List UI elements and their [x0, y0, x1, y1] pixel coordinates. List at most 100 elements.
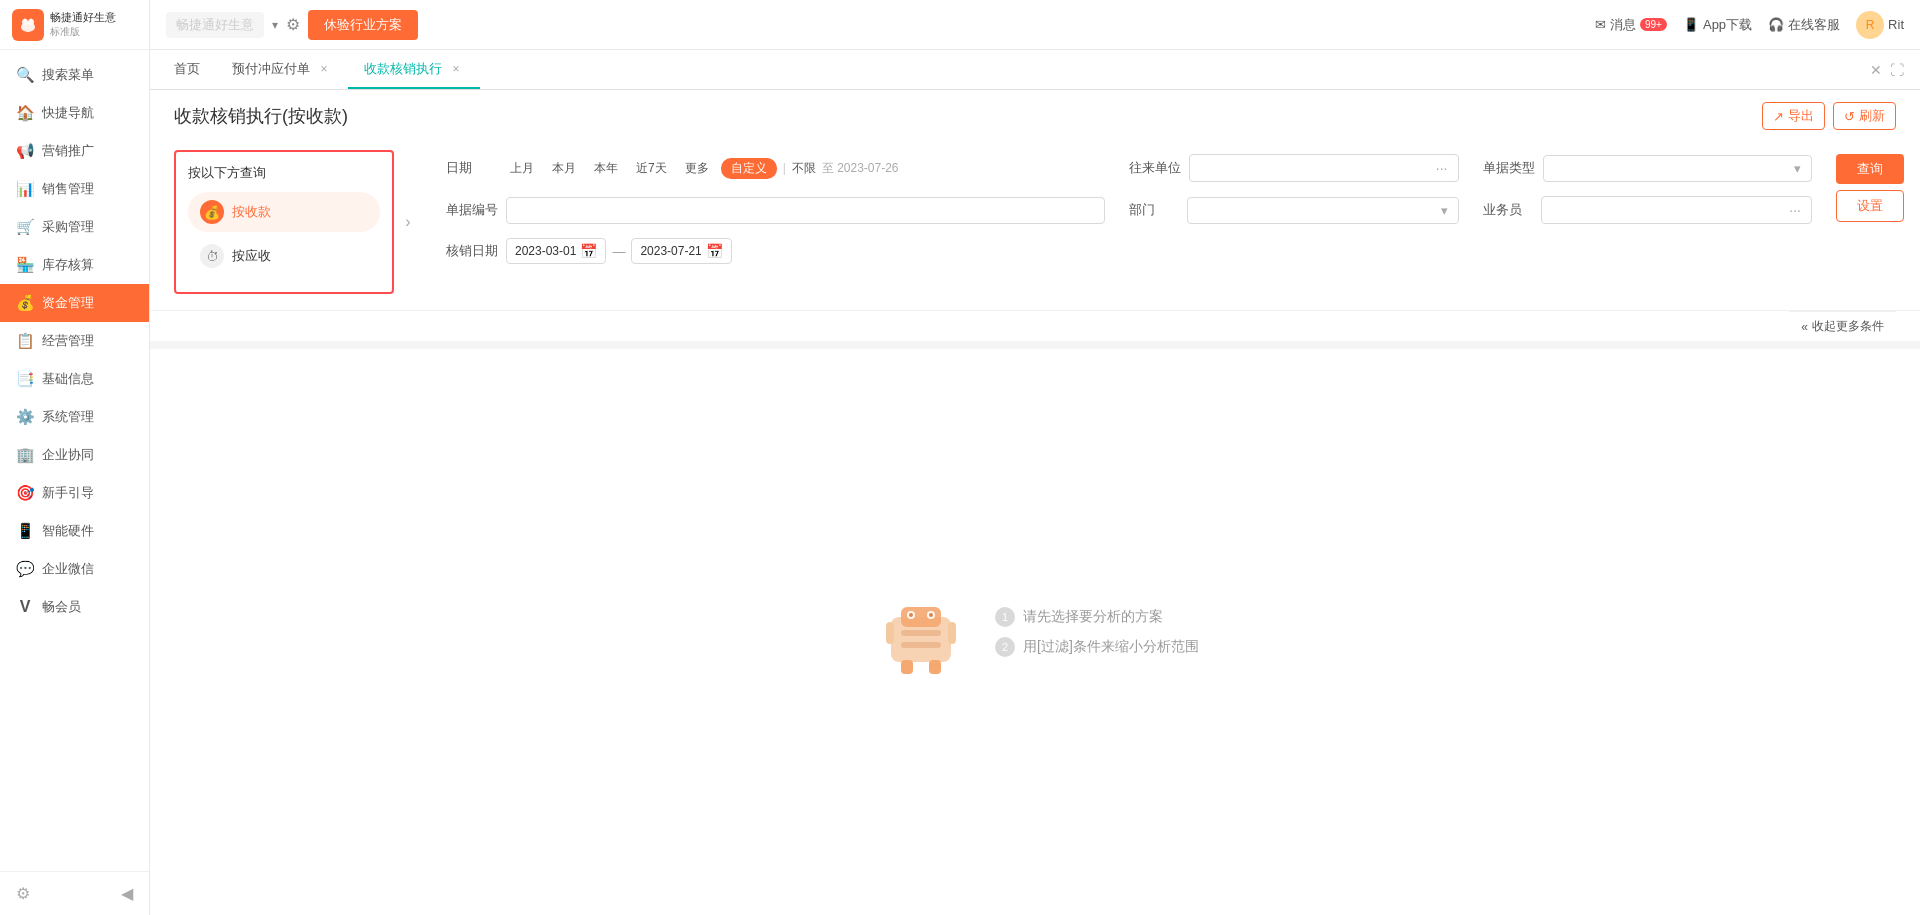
filter-wrapper: 按以下方查询 💰 按收款 ⏱ 按应收 ›: [150, 142, 1920, 310]
settings-icon[interactable]: ⚙: [16, 884, 30, 903]
filter-fields: 日期 上月 本月 本年 近7天 更多 自定义 | 不限 至 2023-07-26: [422, 142, 1836, 302]
sidebar-item-label: 企业微信: [42, 560, 94, 578]
home-icon: 🏠: [16, 104, 34, 122]
main: 畅捷通好生意 ▾ ⚙ 休验行业方案 ✉ 消息 99+ 📱 App下载 🎧 在线客…: [150, 0, 1920, 915]
filter-collapse-button[interactable]: ›: [398, 213, 418, 231]
export-label: 导出: [1788, 107, 1814, 125]
refresh-button[interactable]: ↺ 刷新: [1833, 102, 1896, 130]
user-info[interactable]: R Rit: [1856, 11, 1904, 39]
verify-date-start-input[interactable]: 2023-03-01 📅: [506, 238, 606, 264]
empty-text: 1 请先选择要分析的方案 2 用[过滤]条件来缩小分析范围: [995, 607, 1199, 657]
tab-prepay-close-icon[interactable]: ×: [316, 61, 332, 77]
tab-close-all-icon[interactable]: ✕: [1870, 62, 1882, 78]
counterpart-select[interactable]: ···: [1189, 154, 1459, 182]
marketing-icon: 📢: [16, 142, 34, 160]
tab-expand-icon[interactable]: ⛶: [1890, 62, 1904, 78]
sidebar-item-wechat[interactable]: 💬 企业微信: [0, 550, 149, 588]
search-icon: 🔍: [16, 66, 34, 84]
sidebar-item-guide[interactable]: 🎯 新手引导: [0, 474, 149, 512]
filter-title: 按以下方查询: [188, 164, 380, 182]
svg-rect-13: [886, 622, 894, 644]
doc-type-label: 单据类型: [1483, 159, 1535, 177]
sidebar-item-finance[interactable]: 💰 资金管理: [0, 284, 149, 322]
date-btn-more[interactable]: 更多: [679, 158, 715, 179]
svg-rect-12: [901, 642, 941, 648]
tab-receipt-verify[interactable]: 收款核销执行 ×: [348, 50, 480, 89]
set-button[interactable]: 设置: [1836, 190, 1904, 222]
service-action[interactable]: 🎧 在线客服: [1768, 16, 1840, 34]
doc-no-input[interactable]: [506, 197, 1105, 224]
collapse-icon[interactable]: ◀: [121, 884, 133, 903]
dept-dropdown-icon: ▾: [1441, 203, 1448, 218]
industry-button[interactable]: 休验行业方案: [308, 10, 418, 40]
tab-home[interactable]: 首页: [158, 50, 216, 89]
sidebar-item-enterprise[interactable]: 🏢 企业协同: [0, 436, 149, 474]
filter-option-by-receivable[interactable]: ⏱ 按应收: [188, 236, 380, 276]
tab-bar: 首页 预付冲应付单 × 收款核销执行 × ✕ ⛶: [150, 50, 1920, 90]
more-conditions-bar: « 收起更多条件: [150, 310, 1920, 341]
verify-date-end-input[interactable]: 2023-07-21 📅: [631, 238, 731, 264]
filter-right-wrapper: 日期 上月 本月 本年 近7天 更多 自定义 | 不限 至 2023-07-26: [422, 142, 1920, 302]
svg-point-10: [929, 613, 933, 617]
date-btn-this-year[interactable]: 本年: [588, 158, 624, 179]
date-btn-last-month[interactable]: 上月: [504, 158, 540, 179]
svg-rect-16: [929, 660, 941, 674]
logo-icon: [12, 9, 44, 41]
dept-select[interactable]: ▾: [1187, 197, 1459, 224]
export-button[interactable]: ↗ 导出: [1762, 102, 1825, 130]
tab-receipt-close-icon[interactable]: ×: [448, 61, 464, 77]
filter-option-by-receipt[interactable]: 💰 按收款: [188, 192, 380, 232]
doc-type-dropdown-icon: ▾: [1794, 161, 1801, 176]
tab-actions: ✕ ⛶: [1862, 50, 1912, 89]
sidebar: 畅捷通好生意 标准版 🔍 搜索菜单 🏠 快捷导航 📢 营销推广 📊 销售管理 🛒…: [0, 0, 150, 915]
sidebar-item-quick-nav[interactable]: 🏠 快捷导航: [0, 94, 149, 132]
message-icon: ✉: [1595, 17, 1606, 32]
sidebar-item-label: 资金管理: [42, 294, 94, 312]
salesman-field: 业务员 ···: [1483, 196, 1813, 224]
by-receipt-icon: 💰: [200, 200, 224, 224]
user-name: Rit: [1888, 17, 1904, 32]
doc-type-select[interactable]: ▾: [1543, 155, 1813, 182]
counterpart-label: 往来单位: [1129, 159, 1181, 177]
salesman-dots-icon: ···: [1789, 202, 1801, 218]
svg-rect-14: [948, 622, 956, 644]
filter-row-2: 单据编号 部门 ▾ 业务员: [446, 196, 1812, 224]
date-btn-7days[interactable]: 近7天: [630, 158, 673, 179]
sidebar-item-label: 新手引导: [42, 484, 94, 502]
date-btn-this-month[interactable]: 本月: [546, 158, 582, 179]
sidebar-item-operation[interactable]: 📋 经营管理: [0, 322, 149, 360]
message-action[interactable]: ✉ 消息 99+: [1595, 16, 1667, 34]
more-conditions-button[interactable]: « 收起更多条件: [1789, 311, 1896, 341]
tab-prepay[interactable]: 预付冲应付单 ×: [216, 50, 348, 89]
salesman-select[interactable]: ···: [1541, 196, 1813, 224]
refresh-label: 刷新: [1859, 107, 1885, 125]
dropdown-arrow-icon[interactable]: ▾: [272, 18, 278, 32]
sidebar-item-search[interactable]: 🔍 搜索菜单: [0, 56, 149, 94]
date-range-separator: —: [612, 244, 625, 259]
page-title: 收款核销执行(按收款): [174, 104, 348, 140]
query-button[interactable]: 查询: [1836, 154, 1904, 184]
app-icon: 📱: [1683, 17, 1699, 32]
sidebar-item-sales[interactable]: 📊 销售管理: [0, 170, 149, 208]
hint-number-2: 2: [995, 637, 1015, 657]
by-receipt-label: 按收款: [232, 203, 271, 221]
settings-gear-icon[interactable]: ⚙: [286, 15, 300, 34]
sidebar-menu: 🔍 搜索菜单 🏠 快捷导航 📢 营销推广 📊 销售管理 🛒 采购管理 🏪 库存核…: [0, 50, 149, 871]
content-area: 收款核销执行(按收款) ↗ 导出 ↺ 刷新 按以下方查询 💰 按收款: [150, 90, 1920, 915]
sidebar-item-marketing[interactable]: 📢 营销推广: [0, 132, 149, 170]
sidebar-item-member[interactable]: V 畅会员: [0, 588, 149, 626]
sidebar-item-purchase[interactable]: 🛒 采购管理: [0, 208, 149, 246]
tab-prepay-label: 预付冲应付单: [232, 60, 310, 78]
sidebar-item-label: 营销推广: [42, 142, 94, 160]
sidebar-item-inventory[interactable]: 🏪 库存核算: [0, 246, 149, 284]
sidebar-item-basic[interactable]: 📑 基础信息: [0, 360, 149, 398]
app-download-action[interactable]: 📱 App下载: [1683, 16, 1752, 34]
sidebar-item-system[interactable]: ⚙️ 系统管理: [0, 398, 149, 436]
top-header: 畅捷通好生意 ▾ ⚙ 休验行业方案 ✉ 消息 99+ 📱 App下载 🎧 在线客…: [150, 0, 1920, 50]
basic-icon: 📑: [16, 370, 34, 388]
enterprise-icon: 🏢: [16, 446, 34, 464]
svg-point-4: [30, 18, 33, 21]
hint-number-1: 1: [995, 607, 1015, 627]
date-btn-custom[interactable]: 自定义: [721, 158, 777, 179]
sidebar-item-hardware[interactable]: 📱 智能硬件: [0, 512, 149, 550]
